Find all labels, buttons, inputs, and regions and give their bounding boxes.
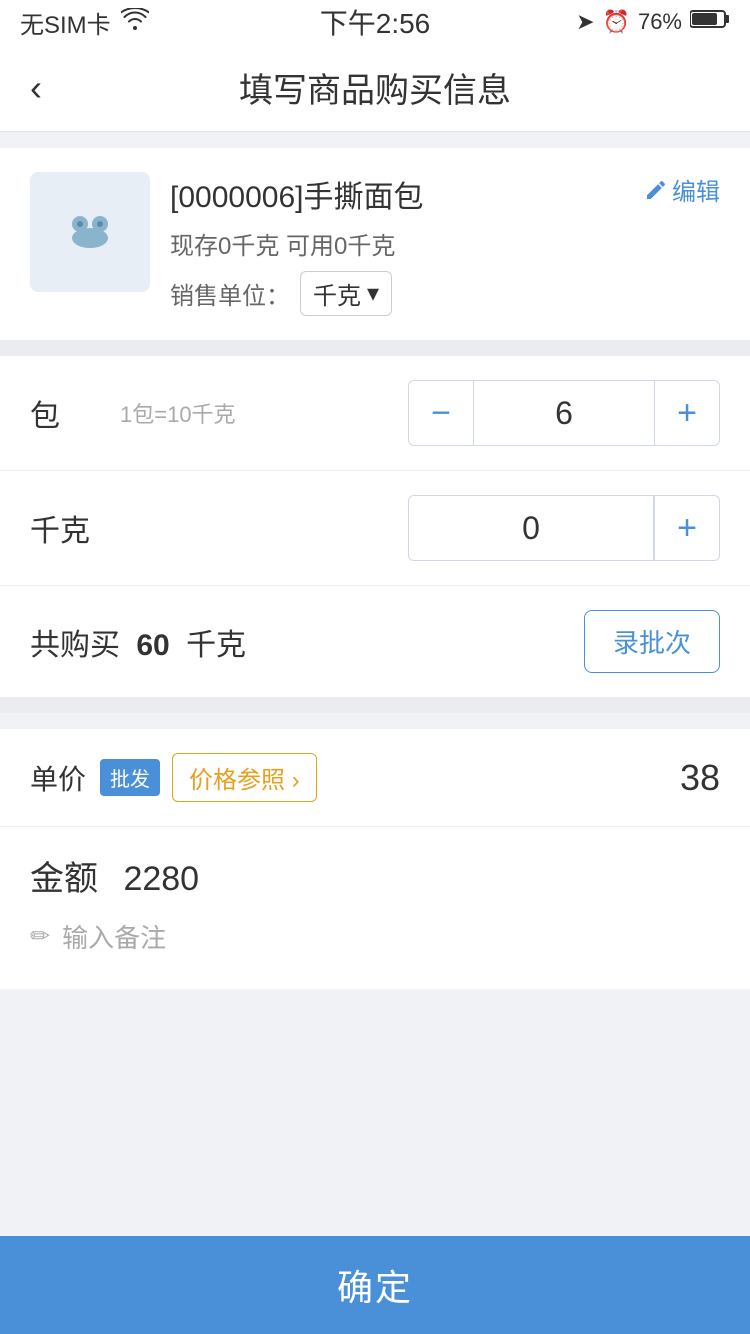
back-button[interactable]: ‹ xyxy=(30,67,42,109)
package-row: 包 1包=10千克 − + xyxy=(0,356,750,471)
separator-2 xyxy=(0,697,750,713)
price-label: 单价 xyxy=(30,758,86,798)
product-card: [0000006]手撕面包 编辑 现存0千克 可用0千克 销售单位： 千克 ▾ xyxy=(0,148,750,340)
unit-selector[interactable]: 千克 ▾ xyxy=(300,271,392,316)
product-info: [0000006]手撕面包 编辑 现存0千克 可用0千克 销售单位： 千克 ▾ xyxy=(170,172,720,316)
page-title: 填写商品购买信息 xyxy=(239,63,511,112)
kg-controls: + xyxy=(408,495,720,561)
edit-button[interactable]: 编辑 xyxy=(644,172,720,207)
price-ref-button[interactable]: 价格参照 › xyxy=(172,753,317,802)
amount-row: 金额 2280 xyxy=(30,851,720,900)
product-image xyxy=(30,172,150,292)
dropdown-icon: ▾ xyxy=(367,279,379,308)
package-input[interactable] xyxy=(474,380,654,446)
amount-section: 金额 2280 ✏ 输入备注 xyxy=(0,827,750,989)
kg-input[interactable] xyxy=(408,495,654,561)
package-minus-button[interactable]: − xyxy=(408,380,474,446)
price-tag: 批发 xyxy=(100,759,160,796)
purchase-row: 共购买 60 千克 录批次 xyxy=(0,586,750,697)
location-icon: ➤ xyxy=(576,9,594,35)
carrier-text: 无SIM卡 xyxy=(20,5,111,40)
purchase-label: 共购买 60 千克 xyxy=(30,620,246,664)
status-bar: 无SIM卡 下午2:56 ➤ ⏰ 76% xyxy=(0,0,750,44)
product-name: [0000006]手撕面包 xyxy=(170,172,423,216)
battery-icon xyxy=(690,9,730,35)
alarm-icon: ⏰ xyxy=(603,9,630,35)
kg-row: 千克 + xyxy=(0,471,750,586)
status-time: 下午2:56 xyxy=(320,2,431,42)
kg-label: 千克 xyxy=(30,506,110,550)
price-value: 38 xyxy=(680,757,720,799)
wifi-icon xyxy=(121,8,149,37)
price-section: 单价 批发 价格参照 › 38 xyxy=(0,729,750,827)
remark-row[interactable]: ✏ 输入备注 xyxy=(30,918,720,979)
kg-plus-button[interactable]: + xyxy=(654,495,720,561)
status-right: ➤ ⏰ 76% xyxy=(576,9,730,35)
nav-bar: ‹ 填写商品购买信息 xyxy=(0,44,750,132)
pencil-icon: ✏ xyxy=(30,922,50,951)
quantity-section: 包 1包=10千克 − + 千克 + 共购买 60 千克 录批次 xyxy=(0,356,750,697)
record-batch-button[interactable]: 录批次 xyxy=(584,610,720,673)
separator-1 xyxy=(0,340,750,356)
remark-placeholder: 输入备注 xyxy=(62,918,166,955)
status-left: 无SIM卡 xyxy=(20,5,149,40)
package-plus-button[interactable]: + xyxy=(654,380,720,446)
package-label: 包 xyxy=(30,391,110,435)
package-hint: 1包=10千克 xyxy=(120,397,408,429)
battery-text: 76% xyxy=(638,9,682,35)
package-controls: − + xyxy=(408,380,720,446)
product-unit: 销售单位： 千克 ▾ xyxy=(170,271,720,316)
product-stock: 现存0千克 可用0千克 xyxy=(170,226,720,261)
price-row: 单价 批发 价格参照 › 38 xyxy=(0,729,750,827)
confirm-button[interactable]: 确定 xyxy=(0,1236,750,1334)
